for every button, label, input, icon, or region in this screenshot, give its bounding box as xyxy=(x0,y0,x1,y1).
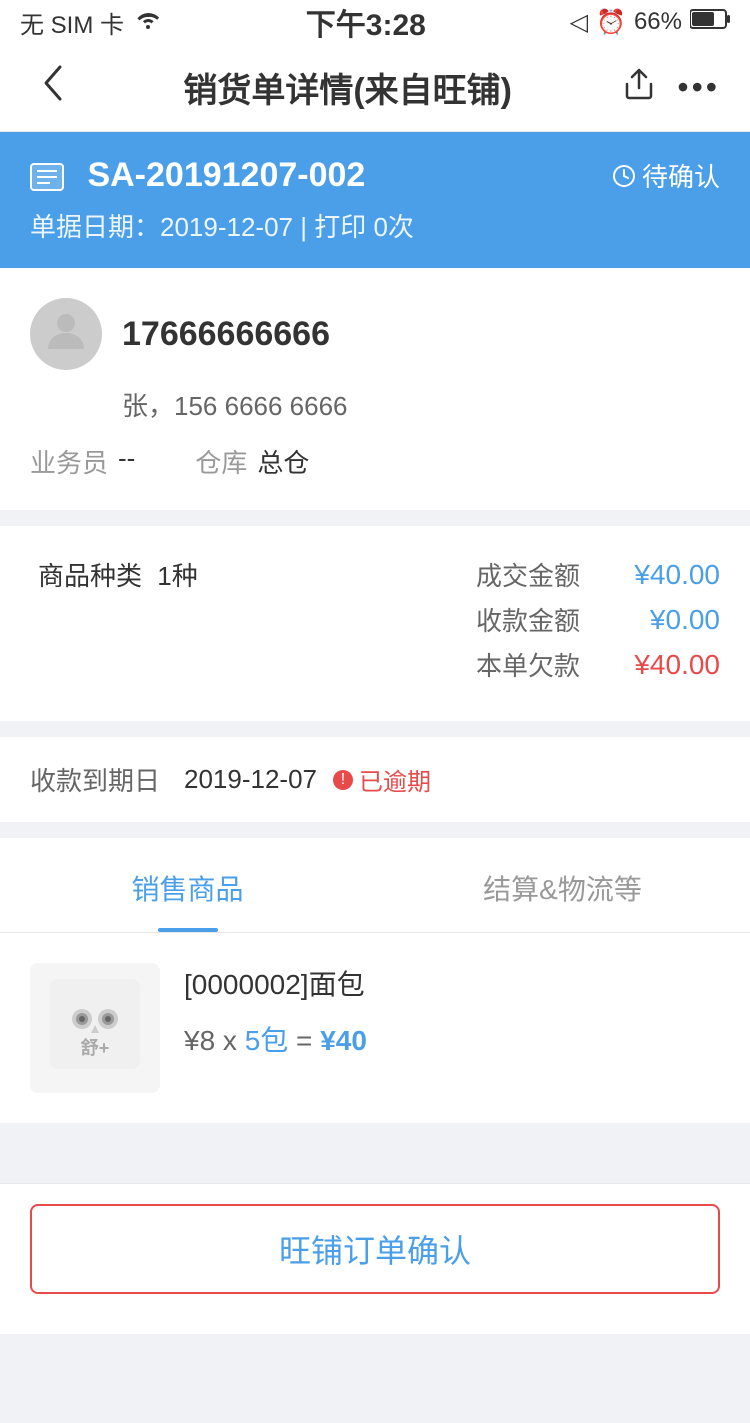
order-date-info: 单据日期：2019-12-07 | 打印 0次 xyxy=(30,207,720,244)
no-sim-text: 无 SIM 卡 xyxy=(20,5,124,40)
total-text: ¥40 xyxy=(320,1025,367,1056)
product-thumbnail: 舒+ xyxy=(30,963,160,1093)
amount-value: ¥40.00 xyxy=(600,559,720,591)
order-id: SA-20191207-002 xyxy=(30,156,365,195)
due-date: 2019-12-07 xyxy=(184,764,317,795)
tab-products[interactable]: 销售商品 xyxy=(0,838,375,932)
status-bar: 无 SIM 卡 下午3:28 ◁ ⏰ 66% xyxy=(0,0,750,44)
status-left: 无 SIM 卡 xyxy=(20,5,162,40)
salesperson-label: 业务员 xyxy=(30,443,108,480)
product-name: [0000002]面包 xyxy=(184,963,720,1003)
warehouse-value: 总仓 xyxy=(257,443,309,480)
product-type-item: 商品种类 1种 xyxy=(30,556,198,593)
nav-bar: 销货单详情(来自旺铺) ••• xyxy=(0,44,750,132)
received-label: 收款金额 xyxy=(476,601,580,638)
tabs-row: 销售商品 结算&物流等 xyxy=(0,838,750,933)
alarm-icon: ⏰ xyxy=(596,8,626,37)
battery-text: 66% xyxy=(634,8,682,36)
owed-label: 本单欠款 xyxy=(476,646,580,683)
salesperson-item: 业务员 -- xyxy=(30,443,135,480)
confirm-order-button[interactable]: 旺铺订单确认 xyxy=(30,1204,720,1294)
status-text: 待确认 xyxy=(642,157,720,194)
more-button[interactable]: ••• xyxy=(677,69,720,106)
product-logo: 舒+ xyxy=(50,979,140,1078)
overdue-icon: ! xyxy=(333,770,353,790)
received-row: 收款金额 ¥0.00 xyxy=(476,601,720,638)
warehouse-item: 仓库 总仓 xyxy=(195,443,309,480)
battery-icon xyxy=(690,8,730,37)
due-date-section: 收款到期日 2019-12-07 ! 已逾期 xyxy=(0,737,750,822)
summary-right: 成交金额 ¥40.00 收款金额 ¥0.00 本单欠款 ¥40.00 xyxy=(476,556,720,691)
quantity-text: 5包 xyxy=(245,1025,289,1056)
share-button[interactable] xyxy=(621,66,657,109)
salesperson-value: -- xyxy=(118,443,135,480)
customer-section: 17666666666 张，156 6666 6666 业务员 -- 仓库 总仓 xyxy=(0,268,750,510)
order-icon xyxy=(30,156,79,194)
product-info: [0000002]面包 ¥8 x 5包 = ¥40 xyxy=(184,963,720,1059)
warehouse-label: 仓库 xyxy=(195,443,247,480)
summary-left: 商品种类 1种 xyxy=(30,556,198,601)
price-text: ¥8 x xyxy=(184,1025,245,1056)
avatar-icon xyxy=(42,305,90,363)
customer-phone: 17666666666 xyxy=(122,315,330,354)
amount-row: 成交金额 ¥40.00 xyxy=(476,556,720,593)
location-icon: ◁ xyxy=(570,8,588,37)
wifi-icon xyxy=(134,8,162,36)
bottom-bar: 旺铺订单确认 xyxy=(0,1183,750,1334)
nav-actions: ••• xyxy=(621,66,720,109)
due-label: 收款到期日 xyxy=(30,761,160,798)
customer-meta: 业务员 -- 仓库 总仓 xyxy=(30,443,720,480)
product-price: ¥8 x 5包 = ¥40 xyxy=(184,1019,720,1059)
received-value: ¥0.00 xyxy=(600,604,720,636)
avatar xyxy=(30,298,102,370)
order-header-card: SA-20191207-002 待确认 单据日期：2019-12-07 | 打印… xyxy=(0,132,750,268)
tab-settlement[interactable]: 结算&物流等 xyxy=(375,838,750,932)
back-button[interactable] xyxy=(30,53,74,122)
status-right: ◁ ⏰ 66% xyxy=(570,8,730,37)
amount-label: 成交金额 xyxy=(476,556,580,593)
svg-text:舒+: 舒+ xyxy=(81,1037,110,1058)
product-item: 舒+ [0000002]面包 ¥8 x 5包 = ¥40 xyxy=(30,963,720,1093)
page-title: 销货单详情(来自旺铺) xyxy=(183,63,512,112)
overdue-text: 已逾期 xyxy=(359,762,431,797)
owed-row: 本单欠款 ¥40.00 xyxy=(476,646,720,683)
summary-section: 商品种类 1种 成交金额 ¥40.00 收款金额 ¥0.00 本单欠款 ¥40.… xyxy=(0,526,750,721)
product-section: 舒+ [0000002]面包 ¥8 x 5包 = ¥40 xyxy=(0,933,750,1123)
order-status-badge: 待确认 xyxy=(612,157,720,194)
tabs-section: 销售商品 结算&物流等 xyxy=(0,838,750,933)
status-time: 下午3:28 xyxy=(306,0,426,44)
overdue-badge: ! 已逾期 xyxy=(333,762,431,797)
owed-value: ¥40.00 xyxy=(600,649,720,681)
customer-name: 张，156 6666 6666 xyxy=(122,386,720,423)
